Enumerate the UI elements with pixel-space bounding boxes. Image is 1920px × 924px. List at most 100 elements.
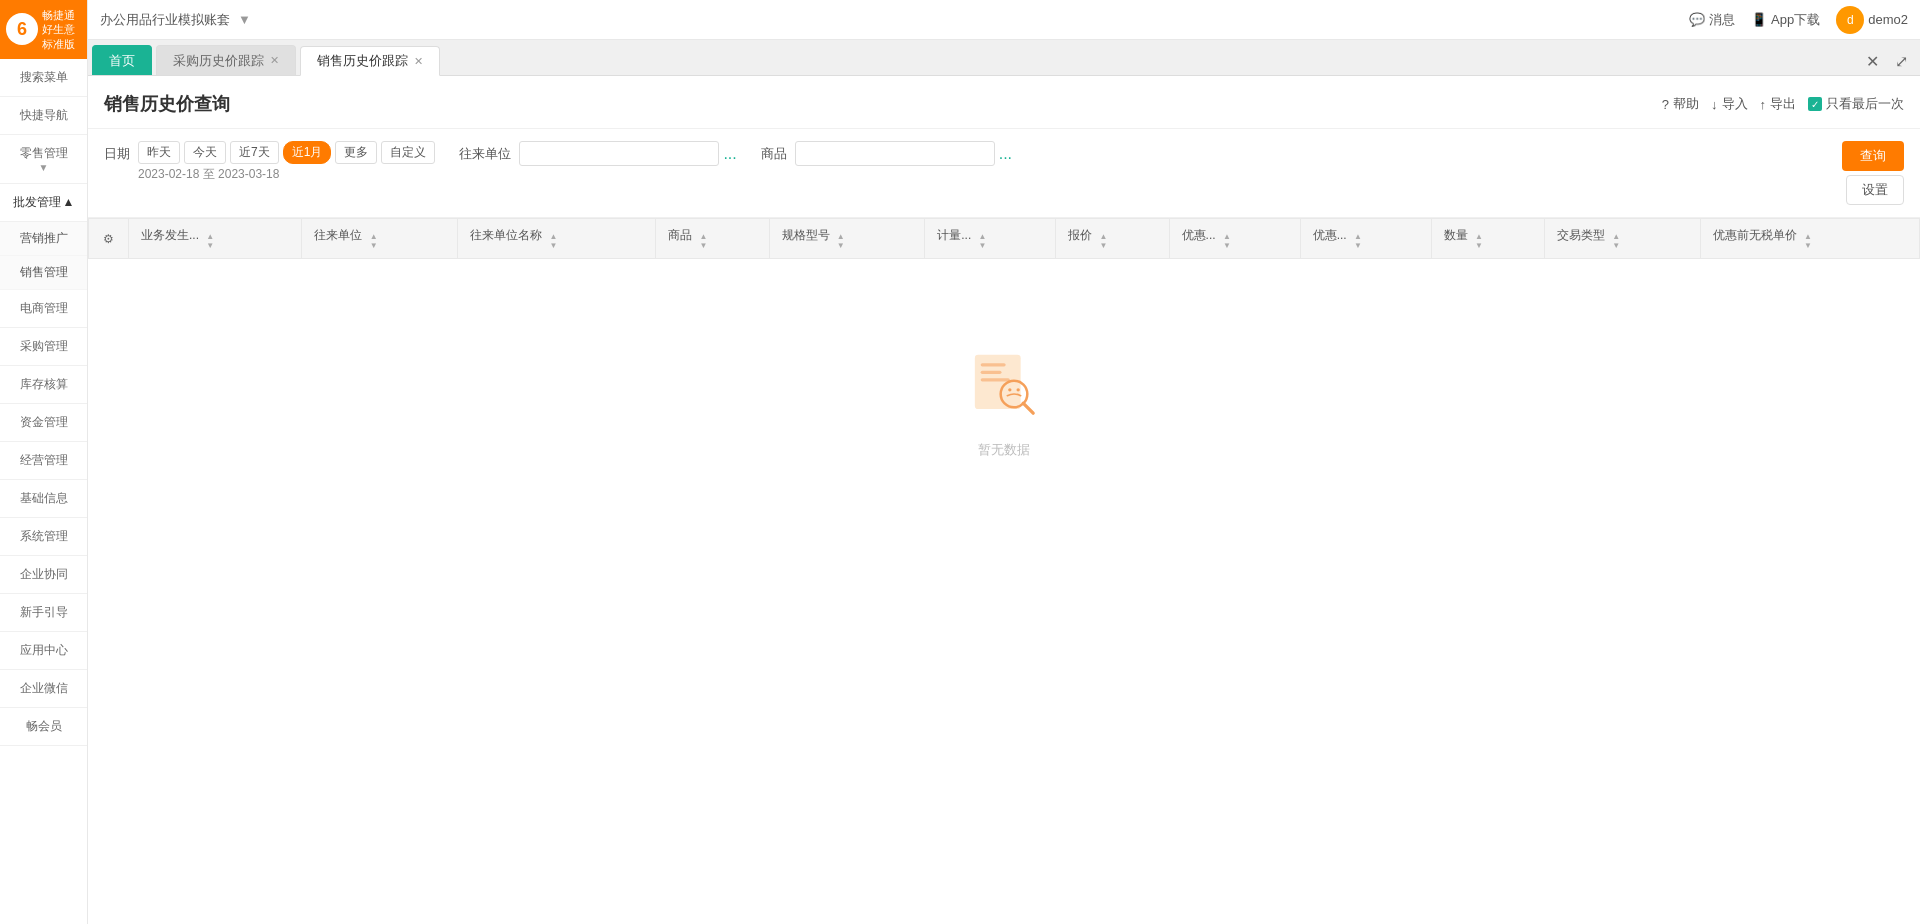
export-button[interactable]: ↑ 导出 [1760, 95, 1797, 113]
account-selector[interactable]: 办公用品行业模拟账套 [100, 11, 230, 29]
product-select-icon[interactable]: ... [999, 145, 1012, 163]
date-buttons: 昨天 今天 近7天 近1月 更多 自定义 [138, 141, 435, 164]
th-spec[interactable]: 规格型号 ▲▼ [769, 219, 925, 259]
tab-purchase-history[interactable]: 采购历史价跟踪 ✕ [156, 45, 296, 75]
sidebar-item-purchase[interactable]: 采购管理 [0, 328, 87, 366]
sidebar-item-retail[interactable]: 零售管理 ▼ [0, 135, 87, 184]
query-button[interactable]: 查询 [1842, 141, 1904, 171]
th-quantity[interactable]: 数量 ▲▼ [1431, 219, 1544, 259]
top-header-left: 办公用品行业模拟账套 ▼ [100, 11, 251, 29]
sidebar: 6 畅捷通好生意 标准版 搜索菜单 快捷导航 零售管理 ▼ 批发管理 ▲ 营销推… [0, 0, 88, 924]
date-btn-yesterday[interactable]: 昨天 [138, 141, 180, 164]
sidebar-item-guide[interactable]: 新手引导 [0, 594, 87, 632]
maximize-tab-button[interactable]: ⤢ [1891, 48, 1912, 75]
sidebar-item-enterprise[interactable]: 企业协同 [0, 556, 87, 594]
sidebar-item-basic[interactable]: 基础信息 [0, 480, 87, 518]
sidebar-item-system[interactable]: 系统管理 [0, 518, 87, 556]
sidebar-item-operations[interactable]: 经营管理 [0, 442, 87, 480]
sidebar-item-shortcut[interactable]: 快捷导航 [0, 97, 87, 135]
close-sales-tab-icon[interactable]: ✕ [414, 55, 423, 68]
sidebar-item-finance[interactable]: 资金管理 [0, 404, 87, 442]
sidebar-item-wholesale[interactable]: 批发管理 ▲ [0, 184, 87, 222]
settings-button[interactable]: 设置 [1846, 175, 1904, 205]
close-tab-button[interactable]: ✕ [1862, 48, 1883, 75]
product-input-wrapper: ... [795, 141, 1012, 166]
date-options: 昨天 今天 近7天 近1月 更多 自定义 2023-02-18 至 2023-0… [138, 141, 435, 183]
tab-home[interactable]: 首页 [92, 45, 152, 75]
sort-icon: ▲▼ [1612, 232, 1620, 250]
account-dropdown-icon[interactable]: ▼ [238, 12, 251, 27]
svg-rect-1 [981, 363, 1006, 366]
import-icon: ↓ [1711, 97, 1718, 112]
sidebar-item-member[interactable]: 畅会员 [0, 708, 87, 746]
sidebar-item-sales[interactable]: 销售管理 [0, 256, 87, 290]
date-label: 日期 [104, 141, 130, 163]
help-button[interactable]: ? 帮助 [1662, 95, 1699, 113]
th-discount2[interactable]: 优惠... ▲▼ [1300, 219, 1431, 259]
table-container: ⚙ 业务发生... ▲▼ 往来单位 ▲▼ 往来单位名称 ▲▼ 商品 ▲▼ [88, 218, 1920, 539]
import-button[interactable]: ↓ 导入 [1711, 95, 1748, 113]
sort-icon: ▲▼ [1100, 232, 1108, 250]
partner-select-icon[interactable]: ... [723, 145, 736, 163]
sidebar-item-ecommerce[interactable]: 电商管理 [0, 290, 87, 328]
tab-sales-history[interactable]: 销售历史价跟踪 ✕ [300, 46, 440, 76]
sort-icon: ▲▼ [1804, 232, 1812, 250]
app-download-button[interactable]: 📱 App下载 [1751, 11, 1820, 29]
th-partner-code[interactable]: 往来单位 ▲▼ [302, 219, 458, 259]
user-menu[interactable]: d demo2 [1836, 6, 1908, 34]
sidebar-item-apps[interactable]: 应用中心 [0, 632, 87, 670]
product-input[interactable] [795, 141, 995, 166]
empty-text: 暂无数据 [978, 441, 1030, 459]
date-btn-7days[interactable]: 近7天 [230, 141, 279, 164]
message-button[interactable]: 💬 消息 [1689, 11, 1735, 29]
th-biz-date[interactable]: 业务发生... ▲▼ [129, 219, 302, 259]
svg-point-6 [1008, 388, 1011, 391]
page-content: 销售历史价查询 ? 帮助 ↓ 导入 ↑ 导出 ✓ 只看最后一次 [88, 76, 1920, 924]
avatar: d [1836, 6, 1864, 34]
th-pre-tax-price[interactable]: 优惠前无税单价 ▲▼ [1700, 219, 1919, 259]
sort-icon: ▲▼ [979, 232, 987, 250]
close-purchase-tab-icon[interactable]: ✕ [270, 54, 279, 67]
th-product[interactable]: 商品 ▲▼ [656, 219, 769, 259]
export-icon: ↑ [1760, 97, 1767, 112]
tabs-bar: 首页 采购历史价跟踪 ✕ 销售历史价跟踪 ✕ ✕ ⤢ [88, 40, 1920, 76]
partner-filter-group: 往来单位 ... [459, 141, 736, 166]
date-btn-1month[interactable]: 近1月 [283, 141, 332, 164]
data-table: ⚙ 业务发生... ▲▼ 往来单位 ▲▼ 往来单位名称 ▲▼ 商品 ▲▼ [88, 218, 1920, 259]
page-actions: ? 帮助 ↓ 导入 ↑ 导出 ✓ 只看最后一次 [1662, 95, 1904, 113]
checkbox-checked-icon: ✓ [1808, 97, 1822, 111]
sort-icon: ▲▼ [1475, 232, 1483, 250]
chevron-down-icon: ▼ [4, 162, 83, 173]
th-quoted-price[interactable]: 报价 ▲▼ [1056, 219, 1169, 259]
date-btn-more[interactable]: 更多 [335, 141, 377, 164]
main-area: 办公用品行业模拟账套 ▼ 💬 消息 📱 App下载 d demo2 首页 采购历… [88, 0, 1920, 924]
empty-state: 暂无数据 [88, 259, 1920, 539]
table-header: ⚙ 业务发生... ▲▼ 往来单位 ▲▼ 往来单位名称 ▲▼ 商品 ▲▼ [89, 219, 1920, 259]
help-icon: ? [1662, 97, 1669, 112]
sidebar-item-search[interactable]: 搜索菜单 [0, 59, 87, 97]
th-unit[interactable]: 计量... ▲▼ [925, 219, 1056, 259]
top-header-right: 💬 消息 📱 App下载 d demo2 [1689, 6, 1908, 34]
table-header-row: ⚙ 业务发生... ▲▼ 往来单位 ▲▼ 往来单位名称 ▲▼ 商品 ▲▼ [89, 219, 1920, 259]
sort-icon: ▲▼ [549, 232, 557, 250]
sort-icon: ▲▼ [837, 232, 845, 250]
empty-illustration [954, 339, 1054, 429]
sidebar-item-wechat[interactable]: 企业微信 [0, 670, 87, 708]
product-label: 商品 [761, 141, 787, 163]
product-filter-group: 商品 ... [761, 141, 1012, 166]
partner-input[interactable] [519, 141, 719, 166]
filter-actions: 查询 设置 [1842, 141, 1904, 205]
download-icon: 📱 [1751, 12, 1767, 27]
sidebar-item-marketing[interactable]: 营销推广 [0, 222, 87, 256]
only-last-checkbox[interactable]: ✓ 只看最后一次 [1808, 95, 1904, 113]
sidebar-item-inventory[interactable]: 库存核算 [0, 366, 87, 404]
th-discount1[interactable]: 优惠... ▲▼ [1169, 219, 1300, 259]
svg-rect-3 [981, 378, 1010, 381]
date-btn-custom[interactable]: 自定义 [381, 141, 435, 164]
th-trade-type[interactable]: 交易类型 ▲▼ [1545, 219, 1701, 259]
th-partner-name[interactable]: 往来单位名称 ▲▼ [458, 219, 656, 259]
column-settings-icon[interactable]: ⚙ [103, 232, 114, 246]
top-header: 办公用品行业模拟账套 ▼ 💬 消息 📱 App下载 d demo2 [88, 0, 1920, 40]
date-btn-today[interactable]: 今天 [184, 141, 226, 164]
app-logo[interactable]: 6 畅捷通好生意 标准版 [0, 0, 87, 59]
